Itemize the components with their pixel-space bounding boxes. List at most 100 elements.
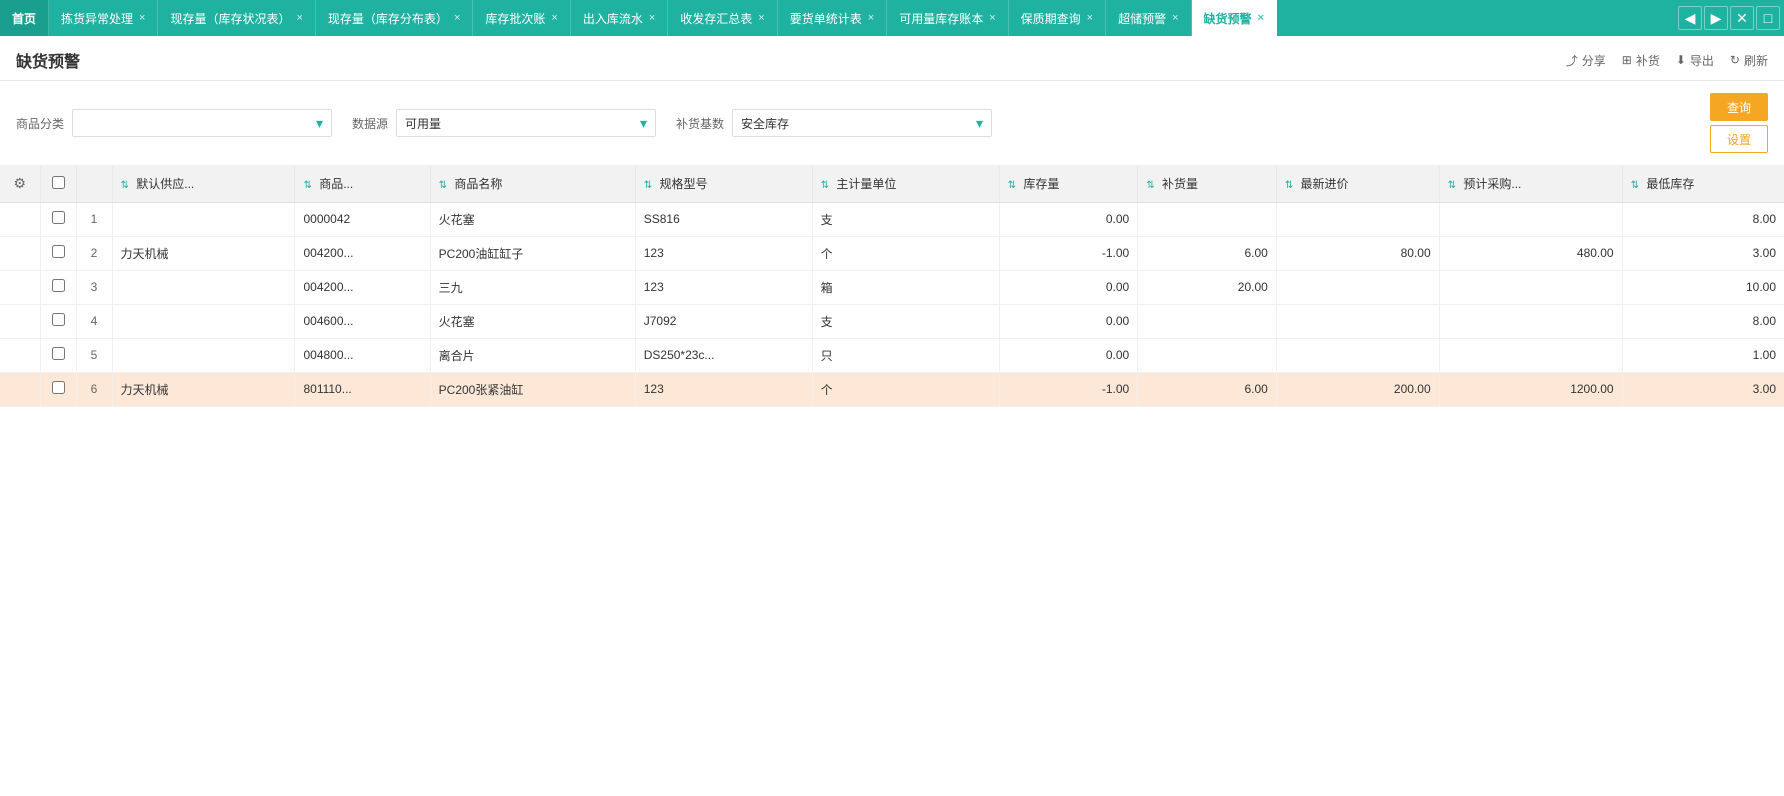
refresh-button[interactable]: ↻ 刷新: [1730, 52, 1768, 69]
settings-button[interactable]: 设置: [1710, 125, 1768, 153]
category-dropdown-icon: ▾: [316, 115, 323, 132]
sort-icon-spec: ⇅: [644, 180, 652, 191]
table-container: ⚙ ⇅ 默认供应... ⇅ 商品... ⇅: [0, 166, 1784, 407]
tab-available[interactable]: 可用量库存账本 ×: [887, 0, 1008, 36]
close-tab-inventory-status[interactable]: ×: [296, 12, 302, 24]
col-header-replenish[interactable]: ⇅ 补货量: [1138, 166, 1277, 202]
replenish-button[interactable]: ⊞ 补货: [1622, 52, 1660, 69]
tab-home[interactable]: 首页: [0, 0, 49, 36]
tab-expiry[interactable]: 保质期查询 ×: [1009, 0, 1106, 36]
close-tab-expiry[interactable]: ×: [1087, 12, 1093, 24]
datasource-label: 数据源: [352, 115, 388, 132]
col-header-est-purchase[interactable]: ⇅ 预计采购...: [1439, 166, 1622, 202]
datasource-select[interactable]: 可用量 ▾: [396, 109, 656, 137]
export-button[interactable]: ⬇ 导出: [1676, 52, 1714, 69]
nav-close-button[interactable]: ✕: [1730, 6, 1754, 30]
tab-overstock[interactable]: 超储预警 ×: [1106, 0, 1191, 36]
row-product-code-cell: 004600...: [295, 304, 430, 338]
close-tab-available[interactable]: ×: [989, 12, 995, 24]
query-button[interactable]: 查询: [1710, 93, 1768, 121]
tab-purchase-stat[interactable]: 要货单统计表 ×: [778, 0, 887, 36]
tab-inventory-status[interactable]: 现存量（库存状况表） ×: [158, 0, 315, 36]
col-header-supplier[interactable]: ⇅ 默认供应...: [112, 166, 295, 202]
row-min-stock-cell: 8.00: [1622, 304, 1784, 338]
row-product-code-cell: 004200...: [295, 236, 430, 270]
replenish-base-select[interactable]: 安全库存 ▾: [732, 109, 992, 137]
row-spec-cell: 123: [635, 270, 812, 304]
close-tab-inventory-dist[interactable]: ×: [454, 12, 460, 24]
col-header-settings[interactable]: ⚙: [0, 166, 40, 202]
close-tab-overstock[interactable]: ×: [1172, 12, 1178, 24]
col-header-latest-price[interactable]: ⇅ 最新进价: [1276, 166, 1439, 202]
tab-inout[interactable]: 出入库流水 ×: [571, 0, 668, 36]
row-check-cell[interactable]: [40, 202, 76, 236]
close-tab-inout[interactable]: ×: [649, 12, 655, 24]
sort-icon-stock: ⇅: [1008, 180, 1016, 191]
row-spec-cell: 123: [635, 372, 812, 406]
row-min-stock-cell: 10.00: [1622, 270, 1784, 304]
table-row[interactable]: 2 力天机械 004200... PC200油缸缸子 123 个 -1.00 6…: [0, 236, 1784, 270]
replenish-icon: ⊞: [1622, 53, 1632, 67]
close-tab-batch[interactable]: ×: [551, 12, 557, 24]
row-num-cell: 1: [76, 202, 112, 236]
share-button[interactable]: ⤴ 分享: [1566, 52, 1606, 69]
tab-abnormal[interactable]: 拣货异常处理 ×: [49, 0, 158, 36]
row-product-code-cell: 0000042: [295, 202, 430, 236]
col-header-unit[interactable]: ⇅ 主计量单位: [812, 166, 999, 202]
table-row[interactable]: 1 0000042 火花塞 SS816 支 0.00 8.00: [0, 202, 1784, 236]
row-product-code-cell: 004800...: [295, 338, 430, 372]
row-checkbox-4[interactable]: [52, 313, 65, 326]
row-product-name-cell: 离合片: [430, 338, 635, 372]
table-row[interactable]: 5 004800... 离合片 DS250*23c... 只 0.00 1.00: [0, 338, 1784, 372]
row-product-name-cell: 三九: [430, 270, 635, 304]
tab-collect[interactable]: 收发存汇总表 ×: [668, 0, 777, 36]
col-header-product-code[interactable]: ⇅ 商品...: [295, 166, 430, 202]
row-check-cell[interactable]: [40, 236, 76, 270]
col-header-stock[interactable]: ⇅ 库存量: [999, 166, 1138, 202]
row-min-stock-cell: 1.00: [1622, 338, 1784, 372]
replenish-base-value: 安全库存: [741, 115, 976, 132]
close-tab-shortage[interactable]: ×: [1258, 12, 1264, 24]
table-row[interactable]: 3 004200... 三九 123 箱 0.00 20.00 10.00: [0, 270, 1784, 304]
row-stock-cell: 0.00: [999, 338, 1138, 372]
table-row[interactable]: 6 力天机械 801110... PC200张紧油缸 123 个 -1.00 6…: [0, 372, 1784, 406]
tab-batch[interactable]: 库存批次账 ×: [473, 0, 570, 36]
row-checkbox-2[interactable]: [52, 245, 65, 258]
row-replenish-cell: [1138, 338, 1277, 372]
sort-icon-replenish: ⇅: [1146, 180, 1154, 191]
export-icon: ⬇: [1676, 53, 1686, 67]
table-row[interactable]: 4 004600... 火花塞 J7092 支 0.00 8.00: [0, 304, 1784, 338]
category-select[interactable]: ▾: [72, 109, 332, 137]
row-unit-cell: 箱: [812, 270, 999, 304]
select-all-checkbox[interactable]: [52, 176, 65, 189]
row-check-cell[interactable]: [40, 304, 76, 338]
row-checkbox-1[interactable]: [52, 211, 65, 224]
row-stock-cell: -1.00: [999, 372, 1138, 406]
row-checkbox-3[interactable]: [52, 279, 65, 292]
row-checkbox-5[interactable]: [52, 347, 65, 360]
nav-maximize-button[interactable]: □: [1756, 6, 1780, 30]
column-settings-icon[interactable]: ⚙: [13, 175, 26, 191]
close-tab-abnormal[interactable]: ×: [139, 12, 145, 24]
table-body: 1 0000042 火花塞 SS816 支 0.00 8.00 2 力天机械 0…: [0, 202, 1784, 406]
row-check-cell[interactable]: [40, 372, 76, 406]
row-latest-price-cell: [1276, 270, 1439, 304]
col-header-check[interactable]: [40, 166, 76, 202]
sort-icon-supplier: ⇅: [121, 180, 129, 191]
row-num-cell: 2: [76, 236, 112, 270]
close-tab-purchase-stat[interactable]: ×: [868, 12, 874, 24]
row-num-cell: 4: [76, 304, 112, 338]
row-check-cell[interactable]: [40, 338, 76, 372]
close-tab-collect[interactable]: ×: [758, 12, 764, 24]
col-header-spec[interactable]: ⇅ 规格型号: [635, 166, 812, 202]
tab-inventory-dist[interactable]: 现存量（库存分布表） ×: [316, 0, 473, 36]
col-header-min-stock[interactable]: ⇅ 最低库存: [1622, 166, 1784, 202]
row-check-cell[interactable]: [40, 270, 76, 304]
nav-next-button[interactable]: ▶: [1704, 6, 1728, 30]
tab-shortage[interactable]: 缺货预警 ×: [1192, 0, 1277, 36]
sort-icon-est-purchase: ⇅: [1448, 180, 1456, 191]
row-est-purchase-cell: [1439, 270, 1622, 304]
nav-prev-button[interactable]: ◀: [1678, 6, 1702, 30]
col-header-product-name[interactable]: ⇅ 商品名称: [430, 166, 635, 202]
row-checkbox-6[interactable]: [52, 381, 65, 394]
